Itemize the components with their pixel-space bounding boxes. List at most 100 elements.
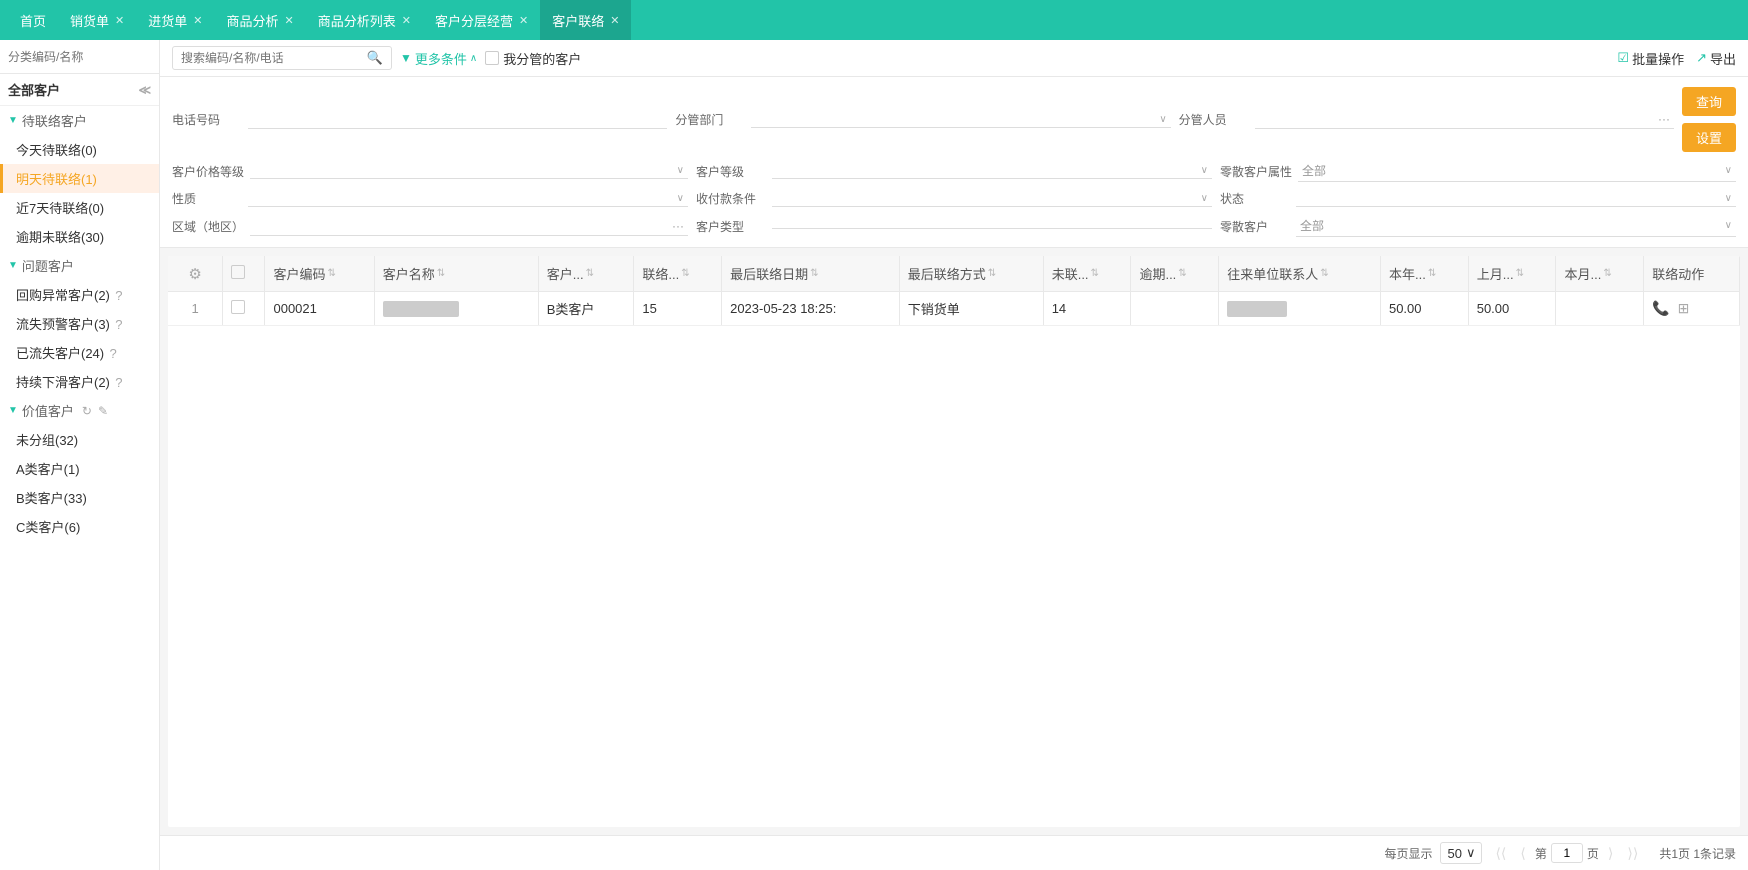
payment-label: 收付款条件 bbox=[696, 190, 766, 207]
gear-settings-icon[interactable]: ⚙ bbox=[188, 266, 201, 283]
sort-contact-icon[interactable]: ⇅ bbox=[681, 268, 689, 279]
settings-button[interactable]: 设置 bbox=[1682, 123, 1736, 152]
nav-home[interactable]: 首页 bbox=[8, 0, 58, 40]
person-field: 分管人员 ··· bbox=[1179, 110, 1674, 129]
phone-action-icon[interactable]: 📞 bbox=[1652, 300, 1669, 317]
close-purchase-order-icon[interactable]: ✕ bbox=[193, 14, 202, 27]
customer-name-blurred: ████████ bbox=[383, 301, 459, 317]
person-select[interactable]: ··· bbox=[1255, 110, 1674, 129]
help-icon-1[interactable]: ? bbox=[115, 317, 122, 332]
all-customers-header[interactable]: 全部客户 ≪ bbox=[0, 74, 159, 106]
sidebar-item-churn-warning[interactable]: 流失预警客户(3) ? bbox=[0, 309, 159, 338]
sidebar-item-ungrouped[interactable]: 未分组(32) bbox=[0, 425, 159, 454]
nav-purchase-order[interactable]: 进货单 ✕ bbox=[136, 0, 214, 40]
top-nav: 首页 销货单 ✕ 进货单 ✕ 商品分析 ✕ 商品分析列表 ✕ 客户分层经营 ✕ … bbox=[0, 0, 1748, 40]
sidebar-item-c-class[interactable]: C类客户(6) bbox=[0, 512, 159, 541]
pending-group-title[interactable]: ▼ 待联络客户 bbox=[0, 106, 159, 135]
my-customers-checkbox[interactable]: 我分管的客户 bbox=[485, 49, 581, 68]
gender-select[interactable]: ∨ bbox=[248, 191, 688, 207]
person-dots-icon[interactable]: ··· bbox=[1658, 112, 1670, 126]
sort-year-icon[interactable]: ⇅ bbox=[1428, 268, 1436, 279]
customer-type-select[interactable] bbox=[772, 224, 1212, 229]
price-level-select[interactable]: ∨ bbox=[250, 163, 688, 179]
sidebar-item-a-class[interactable]: A类客户(1) bbox=[0, 454, 159, 483]
close-product-analysis-icon[interactable]: ✕ bbox=[285, 14, 294, 27]
refresh-icon[interactable]: ↻ bbox=[82, 404, 92, 418]
sort-name-icon[interactable]: ⇅ bbox=[437, 268, 445, 279]
sidebar-item-tomorrow-pending[interactable]: 明天待联络(1) bbox=[0, 164, 159, 193]
export-icon: ↗ bbox=[1696, 50, 1707, 66]
sort-person-icon[interactable]: ⇅ bbox=[1320, 268, 1328, 279]
more-conditions-btn[interactable]: ▼ 更多条件 ∧ bbox=[400, 49, 477, 68]
sidebar-item-7days-pending[interactable]: 近7天待联络(0) bbox=[0, 193, 159, 222]
action-icons-group: 📞 ⊞ bbox=[1652, 300, 1731, 317]
query-button[interactable]: 查询 bbox=[1682, 87, 1736, 116]
sort-code-icon[interactable]: ⇅ bbox=[328, 268, 336, 279]
nav-sales-order[interactable]: 销货单 ✕ bbox=[58, 0, 136, 40]
retail-customer-select[interactable]: 全部 ∨ bbox=[1296, 215, 1736, 237]
search-box: 🔍 bbox=[172, 46, 392, 70]
help-icon-3[interactable]: ? bbox=[115, 375, 122, 390]
content-area: 🔍 ▼ 更多条件 ∧ 我分管的客户 ☑ 批量操作 ↗ 导出 bbox=[160, 40, 1748, 870]
sidebar-item-churned[interactable]: 已流失客户(24) ? bbox=[0, 338, 159, 367]
grid-action-icon[interactable]: ⊞ bbox=[1678, 300, 1690, 317]
per-page-select[interactable]: 50 ∨ bbox=[1440, 842, 1482, 864]
th-customer-code: 客户编码 ⇅ bbox=[265, 256, 374, 292]
retail-customer-label: 零散客户 bbox=[1220, 218, 1290, 235]
contact-method-link[interactable]: 下销货单 bbox=[908, 302, 960, 317]
status-select[interactable]: ∨ bbox=[1296, 191, 1736, 207]
prev-page-btn[interactable]: ⟨ bbox=[1515, 843, 1530, 864]
problem-group-title[interactable]: ▼ 问题客户 bbox=[0, 251, 159, 280]
search-input[interactable] bbox=[181, 51, 363, 65]
customer-type-field: 客户类型 bbox=[696, 218, 1212, 235]
sidebar-item-repurchase-anomaly[interactable]: 回购异常客户(2) ? bbox=[0, 280, 159, 309]
table-row: 1 000021 ████████ B类客户 bbox=[168, 292, 1740, 326]
th-customer-name: 客户名称 ⇅ bbox=[374, 256, 538, 292]
sort-last-month-icon[interactable]: ⇅ bbox=[1516, 268, 1524, 279]
dept-select[interactable]: ∨ bbox=[751, 112, 1170, 128]
sidebar-item-b-class[interactable]: B类客户(33) bbox=[0, 483, 159, 512]
sort-unpaid-icon[interactable]: ⇅ bbox=[1091, 268, 1099, 279]
batch-op-btn[interactable]: ☑ 批量操作 bbox=[1617, 49, 1684, 68]
sidebar-item-declining[interactable]: 持续下滑客户(2) ? bbox=[0, 367, 159, 396]
select-all-checkbox[interactable] bbox=[231, 265, 245, 279]
page-number-input[interactable] bbox=[1551, 843, 1583, 863]
sort-date-icon[interactable]: ⇅ bbox=[810, 268, 818, 279]
close-customer-tiering-icon[interactable]: ✕ bbox=[519, 14, 528, 27]
sidebar-search-input[interactable] bbox=[8, 50, 160, 64]
search-icon[interactable]: 🔍 bbox=[367, 50, 383, 66]
payment-select[interactable]: ∨ bbox=[772, 191, 1212, 207]
nav-customer-tiering[interactable]: 客户分层经营 ✕ bbox=[423, 0, 540, 40]
nav-product-analysis[interactable]: 商品分析 ✕ bbox=[214, 0, 305, 40]
retail-attr-select[interactable]: 全部 ∨ bbox=[1298, 160, 1736, 182]
next-page-btn[interactable]: ⟩ bbox=[1603, 843, 1618, 864]
sort-overdue-icon[interactable]: ⇅ bbox=[1178, 268, 1186, 279]
area-select[interactable]: ··· bbox=[250, 217, 688, 236]
sidebar-item-overdue-pending[interactable]: 逾期未联络(30) bbox=[0, 222, 159, 251]
first-page-btn[interactable]: ⟨⟨ bbox=[1490, 843, 1511, 864]
edit-icon[interactable]: ✎ bbox=[98, 404, 108, 418]
th-check bbox=[223, 256, 265, 292]
close-product-analysis-list-icon[interactable]: ✕ bbox=[402, 14, 411, 27]
close-sales-order-icon[interactable]: ✕ bbox=[115, 14, 124, 27]
last-page-btn[interactable]: ⟩⟩ bbox=[1622, 843, 1643, 864]
sort-method-icon[interactable]: ⇅ bbox=[988, 268, 996, 279]
area-dots-icon[interactable]: ··· bbox=[672, 219, 684, 233]
value-group-title[interactable]: ▼ 价值客户 ↻ ✎ bbox=[0, 396, 159, 425]
sidebar-item-today-pending[interactable]: 今天待联络(0) bbox=[0, 135, 159, 164]
sort-type-icon[interactable]: ⇅ bbox=[586, 268, 594, 279]
dept-chevron-icon: ∨ bbox=[1159, 114, 1166, 125]
nav-product-analysis-list[interactable]: 商品分析列表 ✕ bbox=[306, 0, 423, 40]
phone-input[interactable] bbox=[248, 110, 667, 129]
contact-person-blurred: ████ bbox=[1227, 301, 1287, 317]
export-btn[interactable]: ↗ 导出 bbox=[1696, 49, 1736, 68]
help-icon-2[interactable]: ? bbox=[109, 346, 116, 361]
customer-level-select[interactable]: ∨ bbox=[772, 163, 1212, 179]
collapse-icon[interactable]: ≪ bbox=[138, 83, 151, 97]
nav-customer-contact[interactable]: 客户联络 ✕ bbox=[540, 0, 631, 40]
sort-this-month-icon[interactable]: ⇅ bbox=[1603, 268, 1611, 279]
close-customer-contact-icon[interactable]: ✕ bbox=[610, 14, 619, 27]
my-customers-check-icon[interactable] bbox=[485, 51, 499, 65]
help-icon-0[interactable]: ? bbox=[115, 288, 122, 303]
row-checkbox[interactable] bbox=[231, 300, 245, 314]
